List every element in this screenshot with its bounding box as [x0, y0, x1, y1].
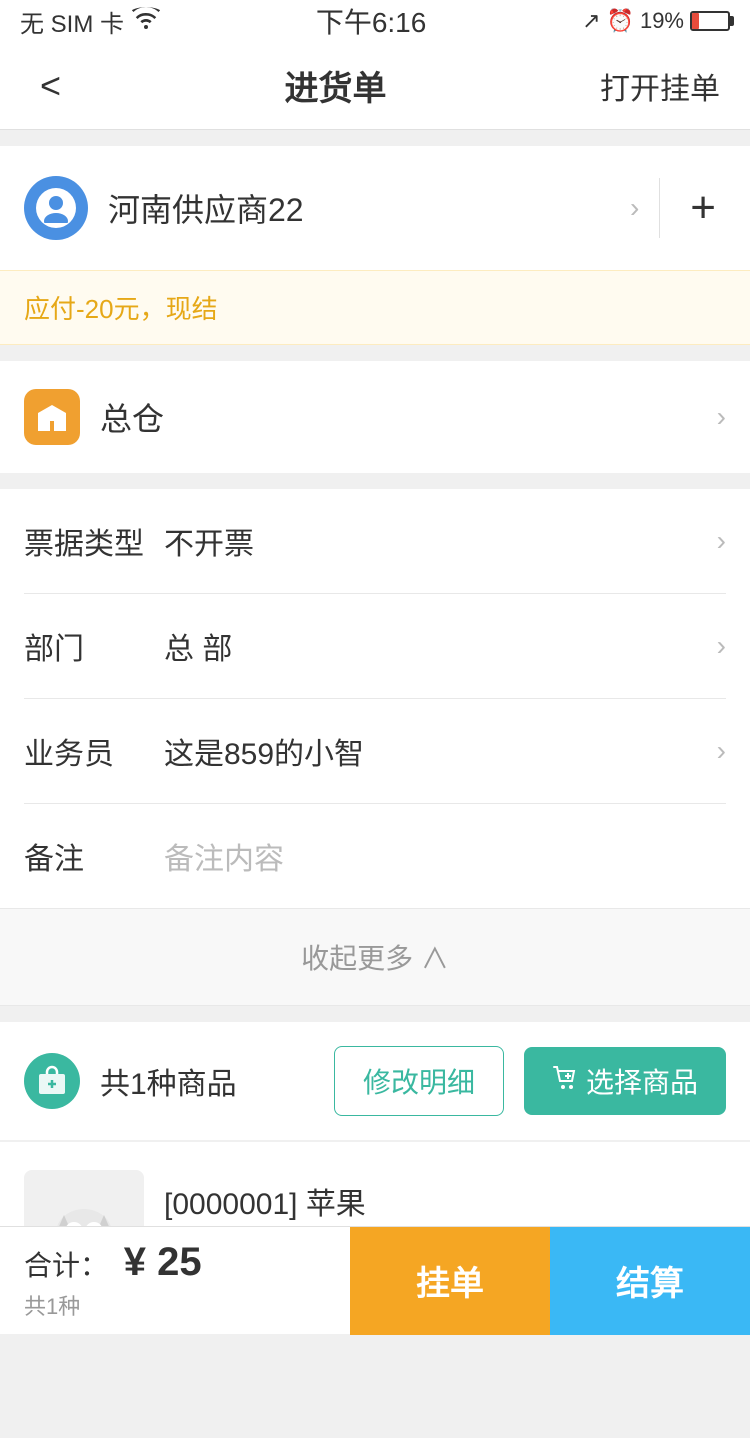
department-chevron-icon: ›	[717, 630, 726, 662]
form-section: 票据类型 不开票 › 部门 总 部 › 业务员 这是859的小智 › 备注 备注…	[0, 489, 750, 908]
hang-order-button[interactable]: 挂单	[350, 1227, 550, 1335]
department-value: 总 部	[164, 624, 717, 668]
battery-icon	[690, 11, 730, 31]
battery-percent: 19%	[640, 8, 684, 34]
department-row[interactable]: 部门 总 部 ›	[0, 594, 750, 698]
total-label: 合计：	[24, 1250, 108, 1281]
products-header: 共1种商品 修改明细 选择商品	[0, 1022, 750, 1140]
remark-label: 备注	[24, 834, 164, 878]
department-label: 部门	[24, 624, 164, 668]
total-amount: ¥ 25	[124, 1240, 202, 1284]
collapse-button[interactable]: 收起更多 ∧	[0, 908, 750, 1006]
salesperson-label: 业务员	[24, 729, 164, 773]
status-left: 无 SIM 卡	[20, 4, 160, 39]
invoice-type-row[interactable]: 票据类型 不开票 ›	[0, 489, 750, 593]
bottom-padding	[0, 1318, 750, 1438]
divider-2	[0, 345, 750, 361]
bottom-bar: 合计： ¥ 25 共1种 挂单 结算	[0, 1226, 750, 1334]
nav-bar: < 进货单 打开挂单	[0, 42, 750, 130]
invoice-type-label: 票据类型	[24, 519, 164, 563]
supplier-chevron-icon: ›	[630, 192, 639, 224]
notice-banner: 应付-20元，现结	[0, 270, 750, 345]
salesperson-row[interactable]: 业务员 这是859的小智 ›	[0, 699, 750, 803]
salesperson-chevron-icon: ›	[717, 735, 726, 767]
products-count: 共1种商品	[100, 1059, 314, 1103]
status-bar: 无 SIM 卡 下午6:16 ↗ ⏰ 19%	[0, 0, 750, 42]
supplier-avatar	[24, 176, 88, 240]
supplier-divider	[659, 178, 660, 238]
page-title: 进货单	[285, 61, 387, 110]
add-supplier-button[interactable]: +	[680, 173, 726, 243]
carrier-text: 无 SIM 卡	[20, 4, 124, 39]
open-hang-button[interactable]: 打开挂单	[600, 64, 720, 108]
edit-details-button[interactable]: 修改明细	[334, 1046, 504, 1116]
warehouse-row[interactable]: 总仓 ›	[0, 361, 750, 473]
supplier-name: 河南供应商22	[108, 185, 630, 231]
divider-3	[0, 473, 750, 489]
total-count: 共1种	[24, 1289, 326, 1321]
invoice-type-chevron-icon: ›	[717, 525, 726, 557]
alarm-icon: ⏰	[607, 8, 634, 34]
remark-row[interactable]: 备注 备注内容	[0, 804, 750, 908]
cart-icon	[552, 1065, 578, 1098]
salesperson-value: 这是859的小智	[164, 729, 717, 773]
warehouse-icon	[24, 389, 80, 445]
back-button[interactable]: <	[30, 55, 71, 117]
remark-input[interactable]: 备注内容	[164, 834, 726, 878]
location-icon: ↗	[582, 8, 600, 34]
warehouse-name: 总仓	[100, 394, 717, 440]
settle-button[interactable]: 结算	[550, 1227, 750, 1335]
select-product-button[interactable]: 选择商品	[524, 1047, 726, 1115]
products-icon	[24, 1053, 80, 1109]
select-product-label: 选择商品	[586, 1061, 698, 1101]
total-section: 合计： ¥ 25 共1种	[0, 1240, 350, 1321]
supplier-section: 河南供应商22 › +	[0, 146, 750, 270]
warehouse-chevron-icon: ›	[717, 401, 726, 433]
divider-1	[0, 130, 750, 146]
status-right: ↗ ⏰ 19%	[582, 8, 730, 34]
status-time: 下午6:16	[316, 1, 427, 41]
avatar-inner	[36, 188, 76, 228]
supplier-row[interactable]: 河南供应商22 ›	[24, 146, 639, 270]
wifi-icon	[132, 7, 160, 36]
invoice-type-value: 不开票	[164, 519, 717, 563]
product-name: [0000001] 苹果	[164, 1179, 658, 1223]
